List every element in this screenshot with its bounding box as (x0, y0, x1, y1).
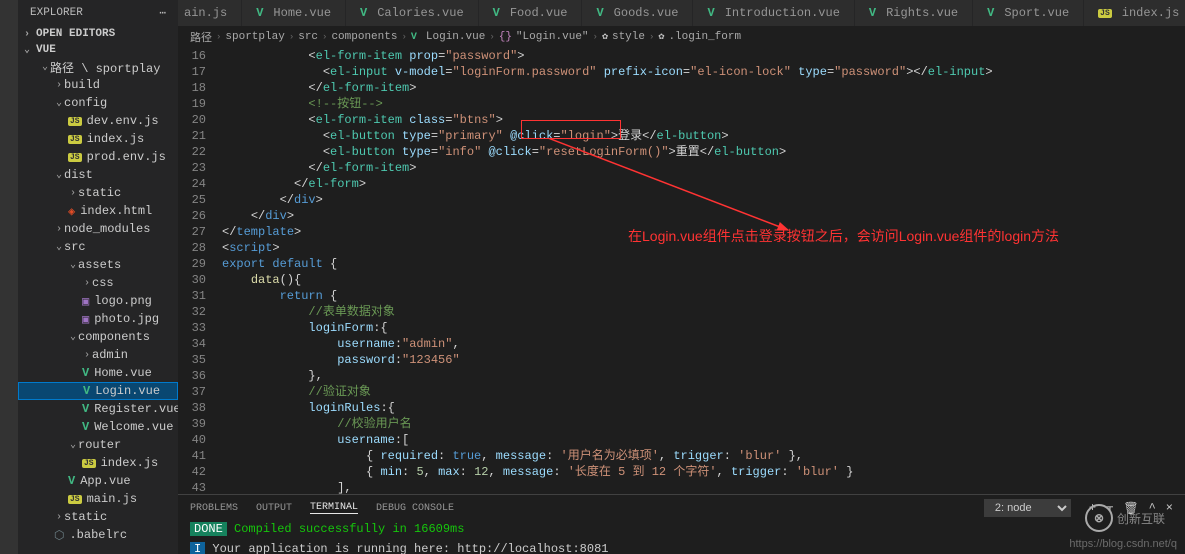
terminal-text: Your application is running here: http:/… (205, 542, 608, 554)
tree-file[interactable]: ▣logo.png (18, 292, 178, 310)
tab[interactable]: VFood.vue (479, 0, 583, 26)
breadcrumbs[interactable]: 路径› sportplay› src› components› VLogin.v… (178, 26, 1185, 48)
tab[interactable]: VGoods.vue (582, 0, 693, 26)
tab[interactable]: VHome.vue (242, 0, 346, 26)
main-area: ain.js VHome.vue VCalories.vue VFood.vue… (178, 0, 1185, 554)
watermark: ⊗ 创新互联 (1085, 504, 1165, 532)
tree-file[interactable]: JSmain.js (18, 490, 178, 508)
explorer-title: EXPLORER ⋯ (18, 0, 178, 26)
terminal-tab-output[interactable]: OUTPUT (256, 503, 292, 514)
tree-folder[interactable]: ⌄config (18, 94, 178, 112)
done-badge: DONE (190, 522, 227, 536)
tree-file[interactable]: JSindex.js (18, 454, 178, 472)
vue-root-header[interactable]: ⌄VUE (18, 42, 178, 58)
tree-folder[interactable]: ⌄assets (18, 256, 178, 274)
tab[interactable]: JSindex.js...\router (1084, 0, 1185, 26)
tree-file-login[interactable]: VLogin.vue (18, 382, 178, 400)
activity-bar (0, 0, 18, 554)
tree-folder[interactable]: ›build (18, 76, 178, 94)
terminal-tab-problems[interactable]: PROBLEMS (190, 503, 238, 514)
tree-file[interactable]: VRegister.vue (18, 400, 178, 418)
tree-folder[interactable]: ›static (18, 184, 178, 202)
tree-folder[interactable]: ›node_modules (18, 220, 178, 238)
tab[interactable]: VSport.vue (973, 0, 1084, 26)
terminal-close-icon[interactable]: × (1166, 501, 1173, 516)
file-tree: ⌄路径 \ sportplay ›build ⌄config JSdev.env… (18, 58, 178, 554)
tree-file[interactable]: VApp.vue (18, 472, 178, 490)
open-editors-header[interactable]: ›OPEN EDITORS (18, 26, 178, 42)
tree-file[interactable]: JSdev.env.js (18, 112, 178, 130)
annotation-text: 在Login.vue组件点击登录按钮之后，会访问Login.vue组件的logi… (628, 226, 1059, 247)
tree-folder[interactable]: ›css (18, 274, 178, 292)
tree-file[interactable]: ⬡.babelrc (18, 526, 178, 544)
line-gutter: 16 17 18 19 20 21 22 23 24 25 26 27 28 2… (178, 48, 222, 494)
tree-file[interactable]: ◈index.html (18, 202, 178, 220)
code-content: <el-form-item prop="password"> <el-input… (222, 48, 1185, 494)
terminal-tab-terminal[interactable]: TERMINAL (310, 502, 358, 514)
tree-folder[interactable]: ⌄dist (18, 166, 178, 184)
editor-tabs: ain.js VHome.vue VCalories.vue VFood.vue… (178, 0, 1185, 26)
terminal-body[interactable]: DONE Compiled successfully in 16609ms I … (178, 517, 1185, 554)
tree-file[interactable]: VWelcome.vue (18, 418, 178, 436)
tree-file[interactable]: JSprod.env.js (18, 148, 178, 166)
terminal-text: Compiled successfully in 16609ms (227, 522, 465, 536)
tab[interactable]: VCalories.vue (346, 0, 479, 26)
terminal-tabs: PROBLEMS OUTPUT TERMINAL DEBUG CONSOLE 2… (178, 495, 1185, 517)
sidebar: EXPLORER ⋯ ›OPEN EDITORS ⌄VUE ⌄路径 \ spor… (18, 0, 178, 554)
info-badge: I (190, 542, 205, 554)
terminal-tab-debug[interactable]: DEBUG CONSOLE (376, 503, 454, 514)
terminal-panel: PROBLEMS OUTPUT TERMINAL DEBUG CONSOLE 2… (178, 494, 1185, 554)
tab[interactable]: ain.js (178, 0, 242, 26)
tree-folder[interactable]: ›admin (18, 346, 178, 364)
tree-folder[interactable]: ⌄components (18, 328, 178, 346)
tree-folder[interactable]: ⌄router (18, 436, 178, 454)
blog-url: https://blog.csdn.net/q (1069, 538, 1177, 550)
tree-file-home[interactable]: VHome.vue (18, 364, 178, 382)
tree-file[interactable]: ▣photo.jpg (18, 310, 178, 328)
tab[interactable]: VRights.vue (855, 0, 973, 26)
tree-folder[interactable]: ⌄src (18, 238, 178, 256)
tree-file[interactable]: JSindex.js (18, 130, 178, 148)
code-editor[interactable]: 16 17 18 19 20 21 22 23 24 25 26 27 28 2… (178, 48, 1185, 494)
tree-folder[interactable]: ⌄路径 \ sportplay (18, 58, 178, 76)
tab[interactable]: VIntroduction.vue (693, 0, 854, 26)
terminal-select[interactable]: 2: node (984, 499, 1071, 517)
tree-folder[interactable]: ›static (18, 508, 178, 526)
